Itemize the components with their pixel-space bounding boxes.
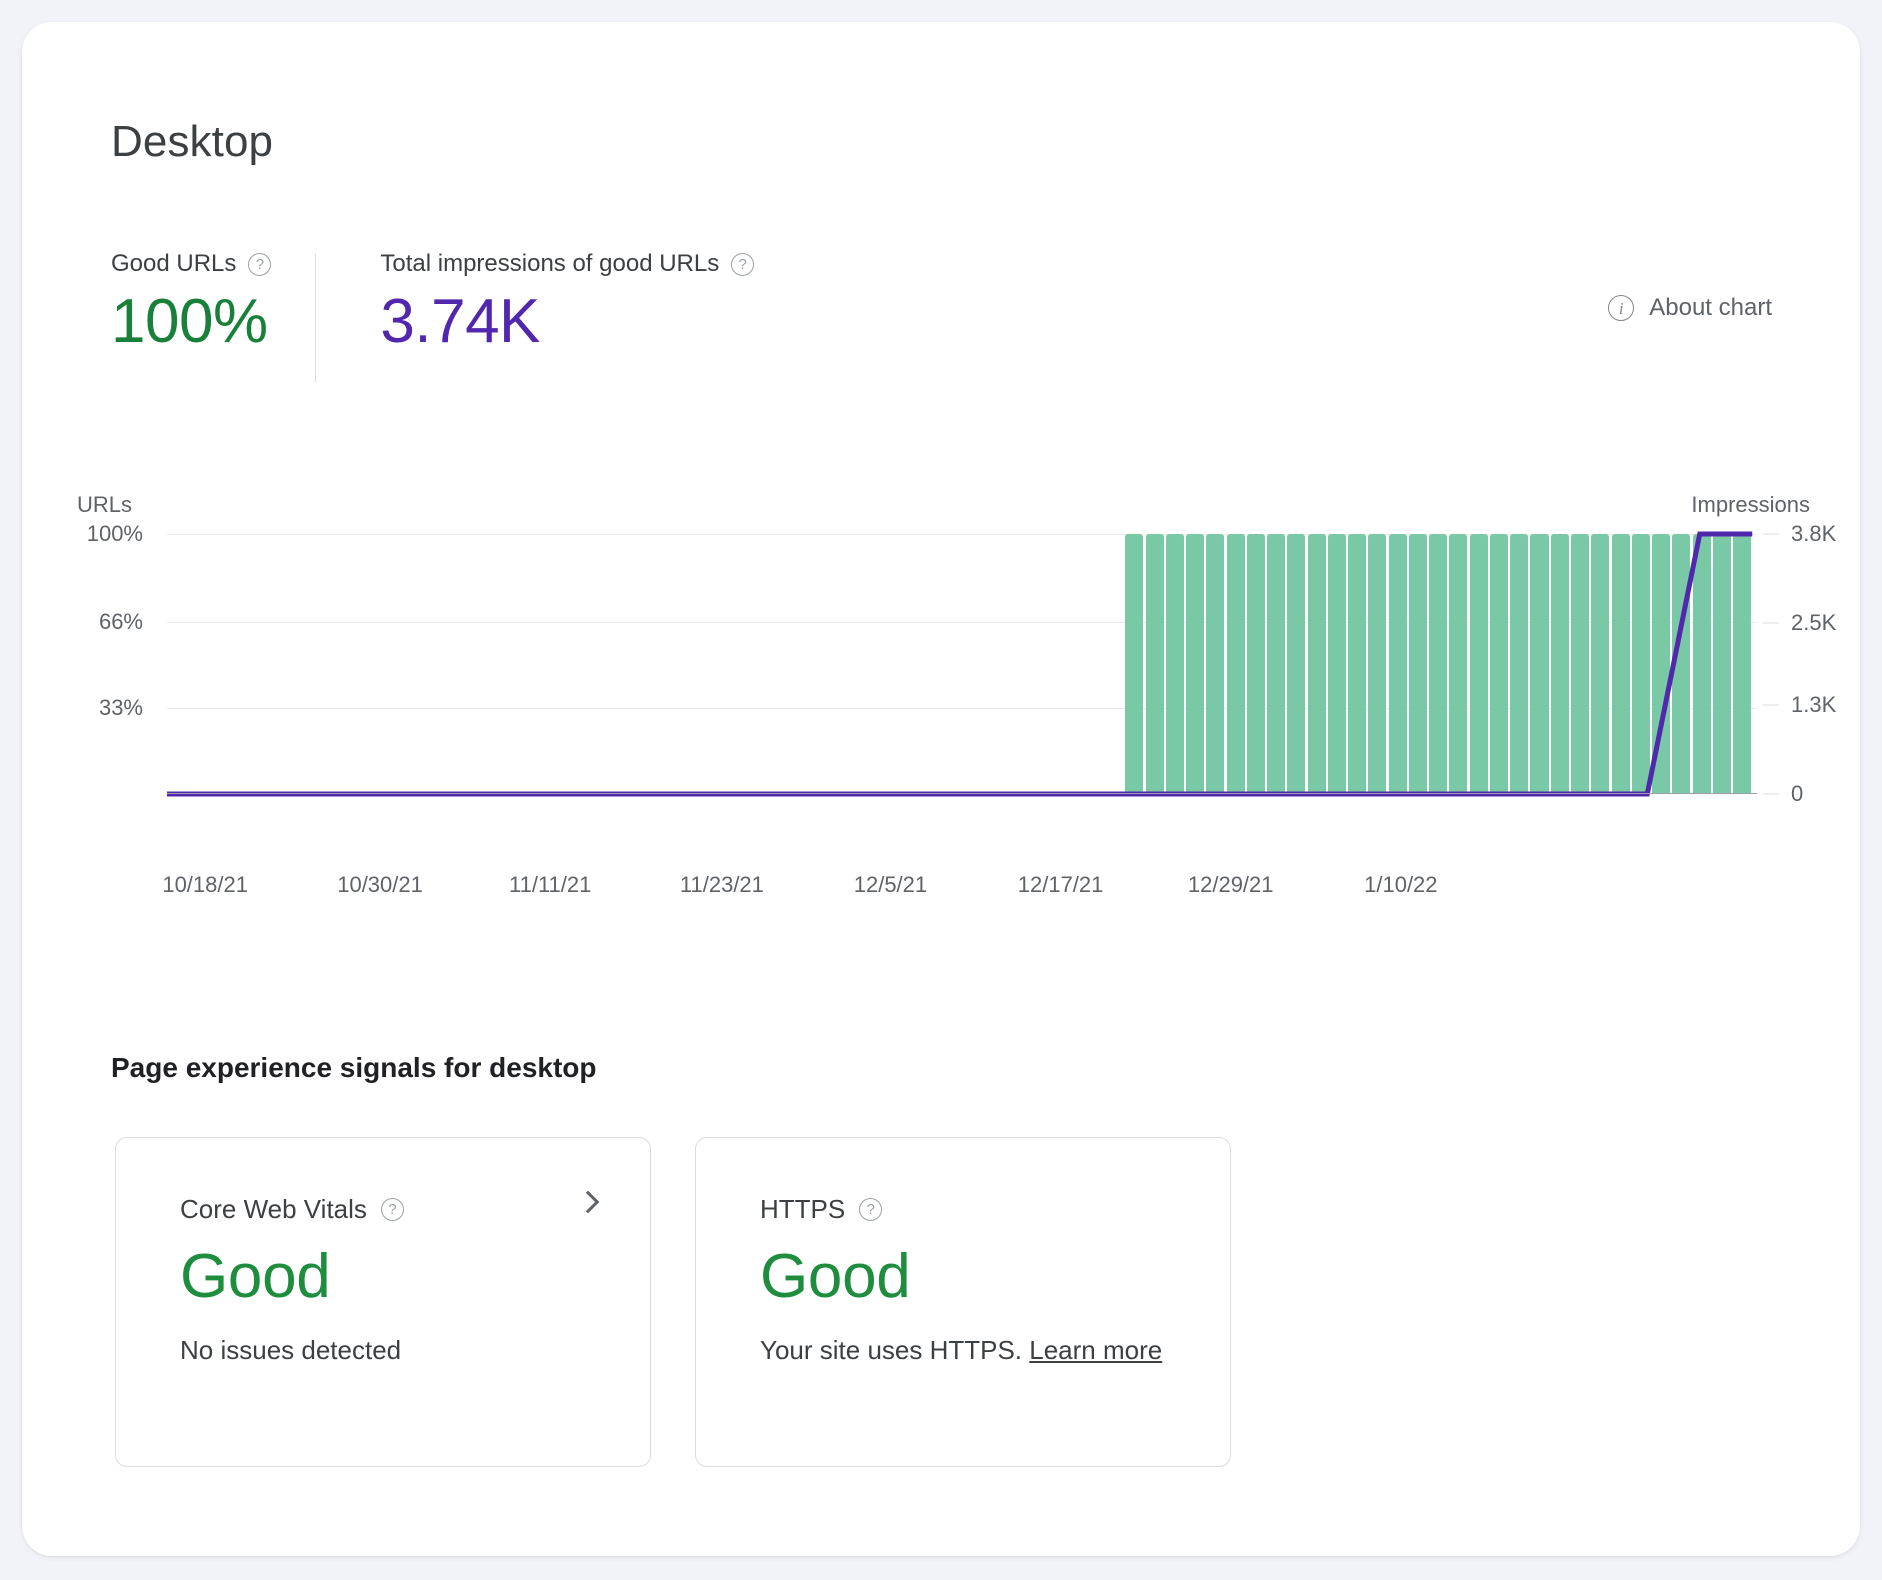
stat-good-urls: Good URLs ? 100% bbox=[111, 252, 315, 357]
signal-card-core-web-vitals[interactable]: Core Web Vitals ? Good No issues detecte… bbox=[115, 1137, 651, 1467]
signal-card-core-web-vitals-title: Core Web Vitals bbox=[180, 1194, 367, 1224]
y-axis-right-tick-mark bbox=[1763, 622, 1779, 624]
signal-card-core-web-vitals-status: Good bbox=[180, 1242, 331, 1311]
y-axis-left-tick: 66% bbox=[98, 609, 143, 635]
help-icon[interactable]: ? bbox=[859, 1198, 883, 1221]
y-axis-right-title: Impressions bbox=[1691, 492, 1810, 517]
x-axis-tick: 12/29/21 bbox=[1187, 872, 1274, 897]
stat-total-impressions-value: 3.74K bbox=[380, 287, 540, 356]
stat-total-impressions: Total impressions of good URLs ? 3.74K bbox=[316, 250, 755, 357]
y-axis-right-tick-mark bbox=[1763, 793, 1779, 795]
stat-good-urls-value: 100% bbox=[111, 287, 268, 356]
help-icon[interactable]: ? bbox=[248, 252, 272, 276]
page-experience-chart: URLs Impressions 100% 66% 33% 3.8K 2.5K 1.3K… bbox=[22, 472, 1860, 1257]
page-experience-card: Desktop Good URLs ? 100% Total impressio… bbox=[22, 22, 1860, 1556]
info-icon: i bbox=[1608, 295, 1635, 321]
y-axis-left-title: URLs bbox=[77, 492, 133, 517]
y-axis-left-tick: 33% bbox=[98, 695, 143, 721]
x-axis-tick: 12/5/21 bbox=[853, 872, 928, 897]
x-axis-tick: 10/30/21 bbox=[337, 872, 423, 897]
stat-good-urls-label: Good URLs bbox=[111, 250, 237, 277]
y-axis-right-tick: 3.8K bbox=[1791, 521, 1837, 546]
y-axis-right-tick: 0 bbox=[1791, 781, 1804, 806]
stat-total-impressions-label: Total impressions of good URLs bbox=[380, 250, 720, 277]
chart-plot-area: 100% 66% 33% 3.8K 2.5K 1.3K 0 bbox=[87, 523, 1837, 805]
signal-card-https-description-text: Your site uses HTTPS. bbox=[760, 1335, 1030, 1366]
help-icon[interactable]: ? bbox=[380, 1198, 404, 1221]
x-axis-tick: 11/11/21 bbox=[509, 872, 592, 897]
signal-card-https-status: Good bbox=[760, 1242, 911, 1311]
x-axis-tick: 12/17/21 bbox=[1017, 872, 1104, 897]
x-axis-tick: 11/23/21 bbox=[679, 872, 764, 897]
about-chart-button[interactable]: i About chart bbox=[1608, 294, 1772, 322]
signal-card-https-description: Your site uses HTTPS. Learn more bbox=[760, 1335, 1230, 1366]
y-axis-right-tick: 2.5K bbox=[1791, 609, 1837, 635]
chart-baseline bbox=[167, 793, 1757, 794]
y-axis-right-tick-mark bbox=[1763, 533, 1779, 535]
chart-line-layer bbox=[167, 534, 1757, 794]
signal-cards: Core Web Vitals ? Good No issues detecte… bbox=[115, 1137, 1231, 1467]
signal-card-https-head: HTTPS ? bbox=[760, 1194, 1230, 1225]
signals-section-title: Page experience signals for desktop bbox=[111, 1052, 597, 1083]
signal-card-https-title: HTTPS bbox=[760, 1194, 846, 1224]
y-axis-left-tick: 100% bbox=[86, 521, 143, 546]
x-axis-tick: 10/18/21 bbox=[162, 872, 248, 897]
chart-line-good-urls bbox=[167, 534, 1752, 794]
stat-total-impressions-label-row: Total impressions of good URLs ? bbox=[380, 250, 755, 277]
y-axis-right-tick: 1.3K bbox=[1791, 692, 1837, 718]
y-axis-right-tick-mark bbox=[1763, 704, 1779, 706]
summary-stats: Good URLs ? 100% Total impressions of go… bbox=[111, 250, 755, 382]
stat-good-urls-label-row: Good URLs ? bbox=[111, 250, 272, 277]
signal-card-https: HTTPS ? Good Your site uses HTTPS. Learn… bbox=[695, 1137, 1231, 1467]
signal-card-core-web-vitals-description: No issues detected bbox=[180, 1335, 402, 1366]
page-title: Desktop bbox=[111, 117, 274, 166]
about-chart-label: About chart bbox=[1649, 294, 1772, 321]
x-axis-ticks: 10/18/21 10/30/21 11/11/21 11/23/21 12/5/21 1… bbox=[162, 872, 1757, 1257]
x-axis-tick: 1/10/22 bbox=[1364, 872, 1438, 897]
learn-more-link[interactable]: Learn more bbox=[1029, 1335, 1162, 1365]
help-icon[interactable]: ? bbox=[731, 252, 755, 276]
